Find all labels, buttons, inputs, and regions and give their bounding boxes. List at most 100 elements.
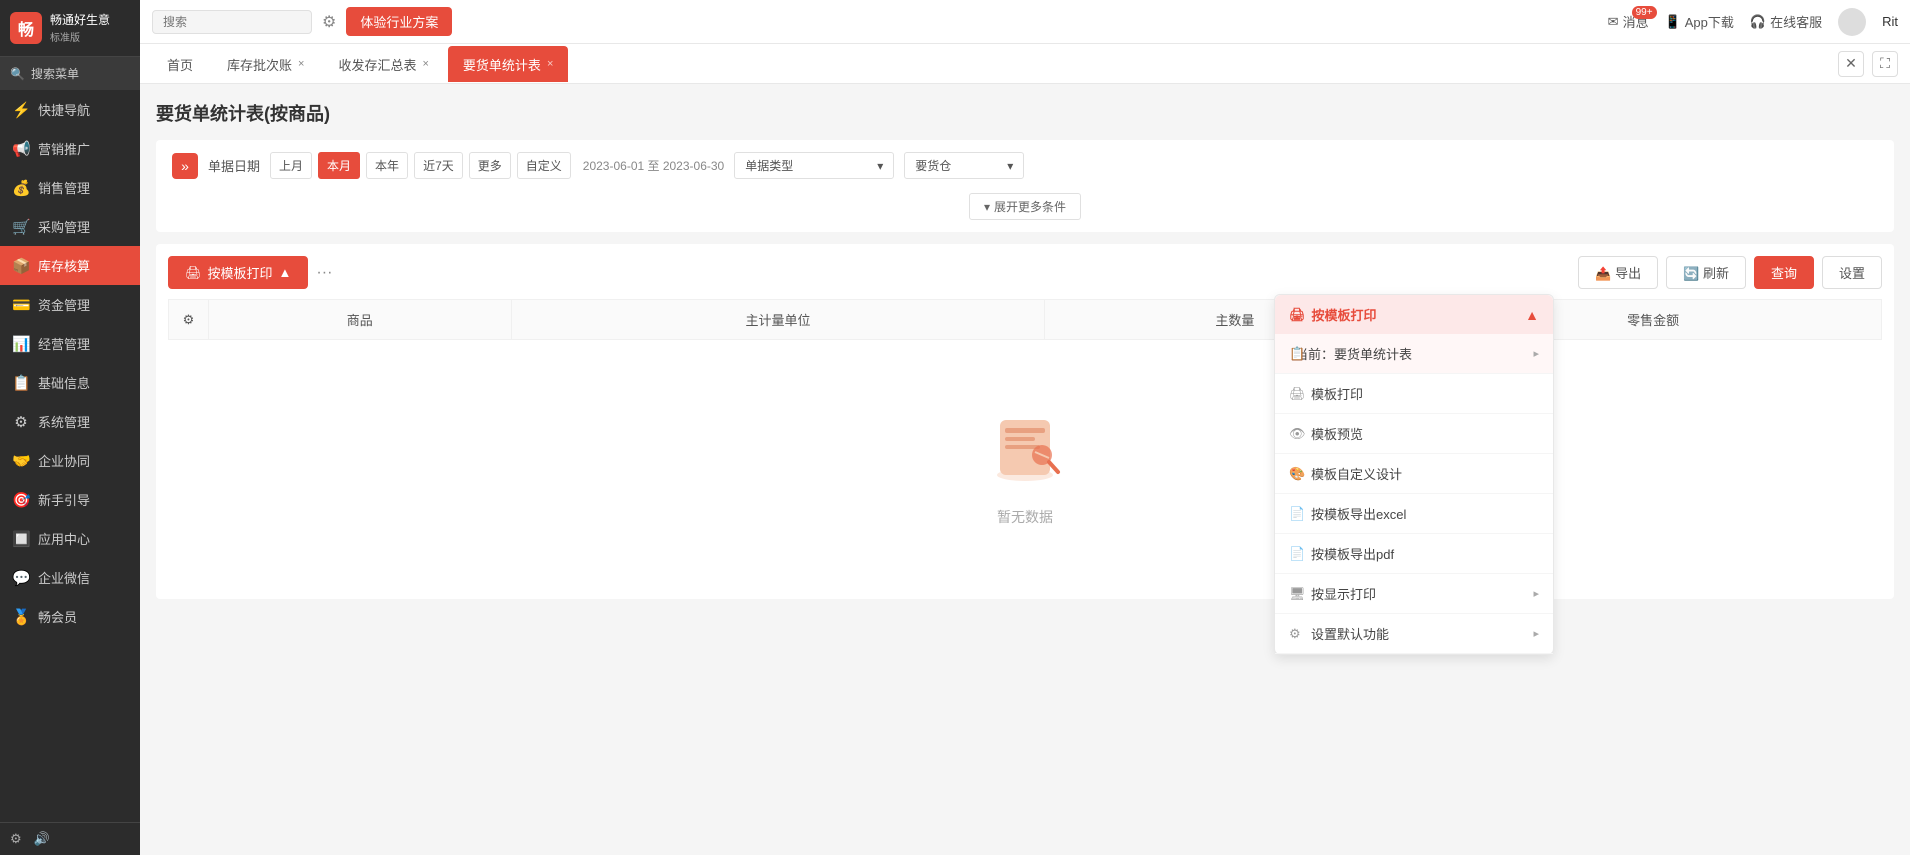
tab-receipts[interactable]: 收发存汇总表 × <box>323 46 443 82</box>
date-custom-btn[interactable]: 自定义 <box>517 152 571 179</box>
audio-bottom-icon[interactable]: 🔊 <box>34 831 50 847</box>
sidebar-item-system[interactable]: ⚙ 系统管理 <box>0 402 140 441</box>
tab-maximize-button[interactable]: ⛶ <box>1872 51 1898 77</box>
sidebar-item-enterprise[interactable]: 🤝 企业协同 <box>0 441 140 480</box>
sidebar-item-sales[interactable]: 💰 销售管理 <box>0 168 140 207</box>
tab-home[interactable]: 首页 <box>152 46 208 82</box>
message-icon: ✉ <box>1608 14 1619 30</box>
basic-icon: 📋 <box>12 374 30 392</box>
sidebar-item-marketing[interactable]: 📢 营销推广 <box>0 129 140 168</box>
sidebar-item-label: 畅会员 <box>38 607 77 626</box>
settings-button[interactable]: 设置 <box>1822 256 1882 289</box>
user-avatar[interactable] <box>1838 8 1866 36</box>
mobile-icon: 📱 <box>1665 14 1681 30</box>
sidebar-item-guide[interactable]: 🎯 新手引导 <box>0 480 140 519</box>
print-template-button[interactable]: 🖨 按模板打印 ▲ <box>168 256 308 289</box>
date-current-year-btn[interactable]: 本年 <box>366 152 408 179</box>
expand-more-label: 展开更多条件 <box>994 198 1066 215</box>
expand-more-button[interactable]: ▾ 展开更多条件 <box>969 193 1081 220</box>
settings-bottom-icon[interactable]: ⚙ <box>10 831 22 847</box>
tab-receipts-close[interactable]: × <box>422 58 428 70</box>
topbar-gear-icon[interactable]: ⚙ <box>322 12 336 32</box>
sidebar-item-operation[interactable]: 📊 经营管理 <box>0 324 140 363</box>
sales-icon: 💰 <box>12 179 30 197</box>
messages-badge[interactable]: ✉ 消息 99+ <box>1608 12 1649 31</box>
current-icon: 📋 <box>1289 346 1305 362</box>
template-preview-item[interactable]: 👁 模板预览 <box>1275 414 1553 454</box>
date-range-display: 2023-06-01 至 2023-06-30 <box>583 157 724 174</box>
inventory-icon: 📦 <box>12 257 30 275</box>
current-template-item[interactable]: 📋 当前：要货单统计表 ▸ <box>1275 334 1553 374</box>
refresh-icon: 🔄 <box>1683 266 1699 281</box>
template-print-item[interactable]: 🖨 模板打印 <box>1275 374 1553 414</box>
toolbar-more-icon[interactable]: ··· <box>316 264 332 282</box>
table-header-row: ⚙ 商品 主计量单位 主数量 零售金额 <box>169 300 1882 340</box>
messages-count: 99+ <box>1632 6 1657 19</box>
guide-icon: 🎯 <box>12 491 30 509</box>
date-current-month-btn[interactable]: 本月 <box>318 152 360 179</box>
date-last-7days-btn[interactable]: 近7天 <box>414 152 463 179</box>
sidebar-item-label: 采购管理 <box>38 217 90 236</box>
refresh-label: 刷新 <box>1703 266 1729 281</box>
member-icon: 🏅 <box>12 608 30 626</box>
order-goods-select[interactable]: 要货仓 ▾ <box>904 152 1024 179</box>
current-arrow: ▸ <box>1533 347 1539 360</box>
app-download-link[interactable]: 📱 App下载 <box>1665 12 1734 31</box>
trial-button[interactable]: 体验行业方案 <box>346 7 452 36</box>
sidebar-item-shortcuts[interactable]: ⚡ 快捷导航 <box>0 90 140 129</box>
toolbar: 🖨 按模板打印 ▲ ··· 📤 导出 🔄 刷新 查询 <box>168 256 1882 289</box>
col-goods: 商品 <box>209 300 512 340</box>
sidebar-item-finance[interactable]: 💳 资金管理 <box>0 285 140 324</box>
col-settings[interactable]: ⚙ <box>169 300 209 340</box>
template-print-icon: 🖨 <box>1289 386 1306 402</box>
online-service-link[interactable]: 🎧 在线客服 <box>1750 12 1822 31</box>
tab-order-stats-close[interactable]: × <box>547 58 553 70</box>
sidebar-item-label: 新手引导 <box>38 490 90 509</box>
print-dropdown-close[interactable]: ▲ <box>1525 307 1539 323</box>
refresh-button[interactable]: 🔄 刷新 <box>1666 256 1746 289</box>
sidebar-item-basic[interactable]: 📋 基础信息 <box>0 363 140 402</box>
tab-inventory-batch-label: 库存批次账 <box>227 55 292 74</box>
main-area: ⚙ 体验行业方案 ✉ 消息 99+ 📱 App下载 🎧 在线客服 Rit 首页 <box>140 0 1910 855</box>
expand-more-row: ▾ 展开更多条件 <box>172 193 1878 220</box>
sidebar-search[interactable]: 🔍 搜索菜单 <box>0 57 140 90</box>
sidebar-item-label: 销售管理 <box>38 178 90 197</box>
date-prev-month-btn[interactable]: 上月 <box>270 152 312 179</box>
set-default-section[interactable]: ⚙ 设置默认功能 ▸ <box>1275 614 1553 654</box>
sidebar-item-member[interactable]: 🏅 畅会员 <box>0 597 140 636</box>
tab-close-all-button[interactable]: ✕ <box>1838 51 1864 77</box>
sidebar-item-label: 应用中心 <box>38 529 90 548</box>
topbar-search-input[interactable] <box>152 10 312 34</box>
date-more-btn[interactable]: 更多 <box>469 152 511 179</box>
display-print-arrow: ▸ <box>1533 587 1539 600</box>
sidebar-item-inventory[interactable]: 📦 库存核算 <box>0 246 140 285</box>
table-container: 🖨 按模板打印 ▲ ··· 📤 导出 🔄 刷新 查询 <box>156 244 1894 599</box>
sidebar-item-wechat[interactable]: 💬 企业微信 <box>0 558 140 597</box>
username-label: Rit <box>1882 14 1898 29</box>
sidebar-item-appstore[interactable]: 🔲 应用中心 <box>0 519 140 558</box>
online-service-label: 在线客服 <box>1770 12 1822 31</box>
tab-inventory-batch[interactable]: 库存批次账 × <box>212 46 319 82</box>
data-table: ⚙ 商品 主计量单位 主数量 零售金额 <box>168 299 1882 587</box>
app-logo-icon: 畅 <box>10 12 42 44</box>
sidebar-item-purchase[interactable]: 🛒 采购管理 <box>0 207 140 246</box>
order-type-label: 单据类型 <box>745 157 793 174</box>
tabs-bar: 首页 库存批次账 × 收发存汇总表 × 要货单统计表 × ✕ ⛶ <box>140 44 1910 84</box>
query-button[interactable]: 查询 <box>1754 256 1814 289</box>
tab-order-stats[interactable]: 要货单统计表 × <box>448 46 568 82</box>
print-header-icon: 🖨 <box>1289 307 1306 323</box>
filter-expand-button[interactable]: » <box>172 153 198 179</box>
appstore-icon: 🔲 <box>12 530 30 548</box>
template-export-excel-item[interactable]: 📄 按模板导出excel <box>1275 494 1553 534</box>
display-print-section[interactable]: 🖥 按显示打印 ▸ <box>1275 574 1553 614</box>
date-filter-group: 上月 本月 本年 近7天 更多 自定义 2023-06-01 至 2023-06… <box>270 152 724 179</box>
template-design-item[interactable]: 🎨 模板自定义设计 <box>1275 454 1553 494</box>
template-export-pdf-item[interactable]: 📄 按模板导出pdf <box>1275 534 1553 574</box>
export-button[interactable]: 📤 导出 <box>1578 256 1658 289</box>
tab-home-label: 首页 <box>167 55 193 74</box>
print-expand-icon: ▲ <box>279 265 292 280</box>
date-filter-label: 单据日期 <box>208 156 260 175</box>
tab-inventory-batch-close[interactable]: × <box>298 58 304 70</box>
sidebar-item-label: 经营管理 <box>38 334 90 353</box>
order-type-select[interactable]: 单据类型 ▾ <box>734 152 894 179</box>
